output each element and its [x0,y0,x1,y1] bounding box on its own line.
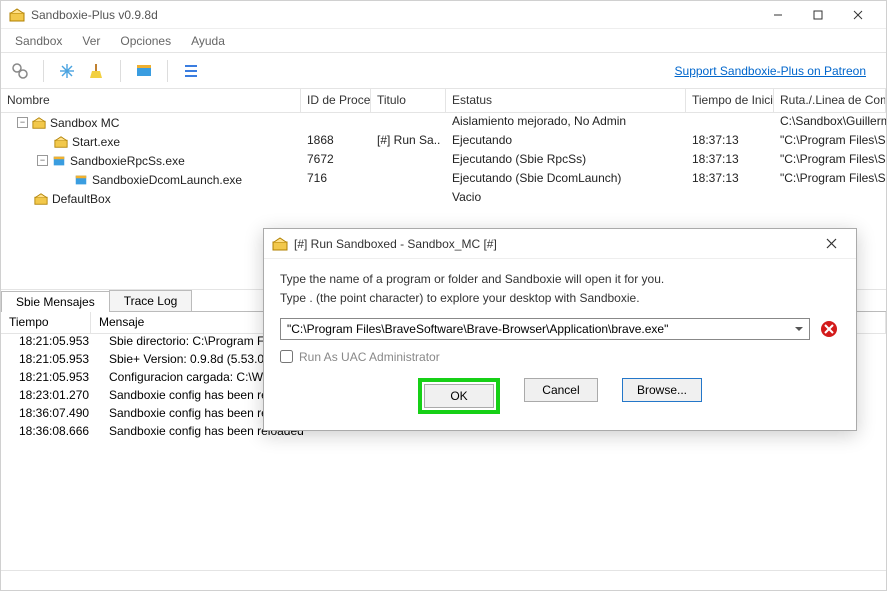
toolbar: Support Sandboxie-Plus on Patreon [1,53,886,89]
minimize-button[interactable] [758,1,798,29]
cell-pid: 1868 [301,132,371,151]
close-button[interactable] [838,1,878,29]
cell-status: Ejecutando (Sbie DcomLaunch) [446,170,686,189]
cell-pid [301,189,371,208]
settings-icon[interactable] [7,58,33,84]
log-time: 18:21:05.953 [1,352,91,370]
cell-path: "C:\Program Files\Sa [774,132,886,151]
support-link[interactable]: Support Sandboxie-Plus on Patreon [675,64,880,78]
uac-checkbox[interactable] [280,350,293,363]
cell-start: 18:37:13 [686,151,774,170]
row-name: Start.exe [72,135,120,149]
col-path[interactable]: Ruta./.Linea de Com [774,89,886,113]
col-pid[interactable]: ID de Proce [301,89,371,113]
cell-start: 18:37:13 [686,132,774,151]
sandbox-yellow-icon [34,192,48,206]
uac-checkbox-row[interactable]: Run As UAC Administrator [280,350,840,364]
dialog-close-button[interactable] [814,230,848,258]
row-name: SandboxieRpcSs.exe [70,154,185,168]
tree-row[interactable]: − SandboxieRpcSs.exe 7672 Ejecutando (Sbie … [1,151,886,170]
cell-start [686,189,774,208]
menu-sandbox[interactable]: Sandbox [5,32,72,50]
cell-status: Vacio [446,189,686,208]
cell-title [371,170,446,189]
cell-pid [301,113,371,132]
window-icon[interactable] [131,58,157,84]
window-title: Sandboxie-Plus v0.9.8d [31,8,758,22]
cancel-button[interactable]: Cancel [524,378,598,402]
tree-row[interactable]: − Sandbox MC Aislamiento mejorado, No Admi… [1,113,886,132]
uac-label: Run As UAC Administrator [299,350,440,364]
menu-ver[interactable]: Ver [72,32,110,50]
sandbox-yellow-icon [32,116,46,130]
dialog-text-1: Type the name of a program or folder and… [280,271,840,288]
log-time: 18:36:08.666 [1,424,91,442]
tree-row[interactable]: Start.exe 1868[#] Run Sa..Ejecutando18:37… [1,132,886,151]
app-blue-icon [52,154,66,168]
dialog-title: [#] Run Sandboxed - Sandbox_MC [#] [294,237,814,251]
broom-icon[interactable] [84,58,110,84]
log-time: 18:23:01.270 [1,388,91,406]
col-title[interactable]: Titulo [371,89,446,113]
cell-path: C:\Sandbox\Guillerm [774,113,886,132]
ok-button[interactable]: OK [424,384,494,408]
expander[interactable]: − [37,155,48,166]
cell-title [371,189,446,208]
cell-pid: 716 [301,170,371,189]
log-time: 18:21:05.953 [1,370,91,388]
list-icon[interactable] [178,58,204,84]
run-sandboxed-dialog: [#] Run Sandboxed - Sandbox_MC [#] Type … [263,228,857,431]
row-name: DefaultBox [52,192,111,206]
menu-opciones[interactable]: Opciones [110,32,181,50]
cell-start [686,113,774,132]
ok-highlight: OK [418,378,500,414]
statusbar [1,570,886,590]
app-blue-icon [74,173,88,187]
tree-row[interactable]: SandboxieDcomLaunch.exe 716 Ejecutando (Sb… [1,170,886,189]
cell-pid: 7672 [301,151,371,170]
cell-title: [#] Run Sa.. [371,132,446,151]
menu-ayuda[interactable]: Ayuda [181,32,235,50]
col-name[interactable]: Nombre [1,89,301,113]
menubar: Sandbox Ver Opciones Ayuda [1,29,886,53]
log-time: 18:21:05.953 [1,334,91,352]
program-path-value: "C:\Program Files\BraveSoftware\Brave-Br… [287,322,668,336]
tab-trace-log[interactable]: Trace Log [109,290,193,311]
col-start[interactable]: Tiempo de Inicio [686,89,774,113]
tree-row[interactable]: DefaultBox Vacio [1,189,886,208]
log-time: 18:36:07.490 [1,406,91,424]
maximize-button[interactable] [798,1,838,29]
sandbox-yellow-icon [54,135,68,149]
clear-button[interactable] [818,318,840,340]
cell-path: "C:\Program Files\Sa [774,170,886,189]
app-icon [9,7,25,23]
cell-title [371,151,446,170]
cell-path: "C:\Program Files\Sa [774,151,886,170]
cell-status: Aislamiento mejorado, No Admin [446,113,686,132]
tree-header: Nombre ID de Proce Titulo Estatus Tiempo… [1,89,886,113]
log-col-time[interactable]: Tiempo [1,312,91,334]
cell-path [774,189,886,208]
titlebar: Sandboxie-Plus v0.9.8d [1,1,886,29]
dialog-text-2: Type . (the point character) to explore … [280,290,840,307]
tab-sbie-messages[interactable]: Sbie Mensajes [1,291,110,312]
col-status[interactable]: Estatus [446,89,686,113]
row-name: Sandbox MC [50,116,119,130]
cell-start: 18:37:13 [686,170,774,189]
browse-button[interactable]: Browse... [622,378,702,402]
row-name: SandboxieDcomLaunch.exe [92,173,242,187]
expander[interactable]: − [17,117,28,128]
dialog-app-icon [272,236,288,252]
snowflake-icon[interactable] [54,58,80,84]
cell-status: Ejecutando [446,132,686,151]
dialog-titlebar: [#] Run Sandboxed - Sandbox_MC [#] [264,229,856,259]
cell-status: Ejecutando (Sbie RpcSs) [446,151,686,170]
program-path-combobox[interactable]: "C:\Program Files\BraveSoftware\Brave-Br… [280,318,810,340]
cell-title [371,113,446,132]
